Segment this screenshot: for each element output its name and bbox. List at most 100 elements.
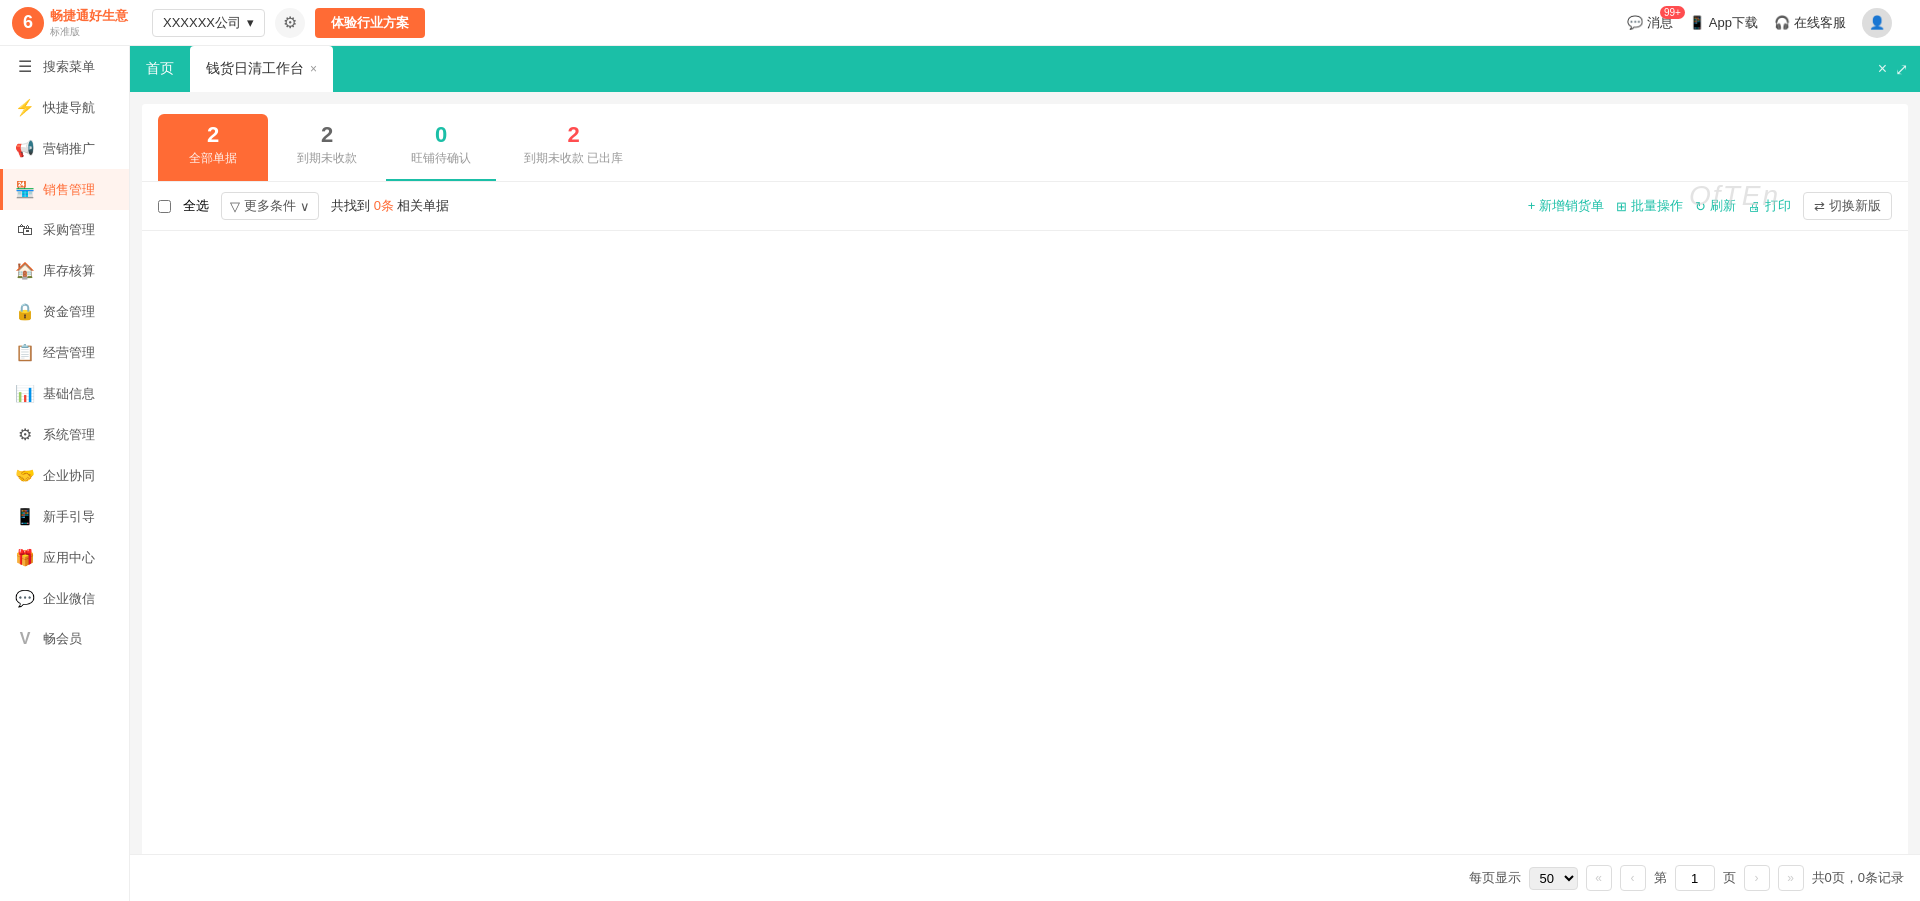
- switch-label: 切换新版: [1829, 197, 1881, 215]
- experience-button[interactable]: 体验行业方案: [315, 8, 425, 38]
- sidebar-item-marketing[interactable]: 📢 营销推广: [0, 128, 129, 169]
- marketing-icon: 📢: [15, 139, 35, 158]
- toolbar: 全选 ▽ 更多条件 ∨ 共找到 0条 相关单据 + 新增销货单 ⊞ 批量操作: [142, 182, 1908, 231]
- finance-icon: 🔒: [15, 302, 35, 321]
- quick-nav-icon: ⚡: [15, 98, 35, 117]
- sidebar-item-operations[interactable]: 📋 经营管理: [0, 332, 129, 373]
- toolbar-right: + 新增销货单 ⊞ 批量操作 ↻ 刷新 🖨 打印 ⇄: [1528, 192, 1892, 220]
- refresh-button[interactable]: ↻ 刷新: [1695, 197, 1736, 215]
- online-service-action[interactable]: 🎧 在线客服: [1774, 14, 1846, 32]
- sidebar-item-label: 企业协同: [43, 467, 95, 485]
- logo-text: 畅捷通好生意 标准版: [50, 7, 128, 39]
- switch-icon: ⇄: [1814, 199, 1825, 214]
- stat-number-all: 2: [207, 122, 219, 148]
- page-number-input[interactable]: [1675, 865, 1715, 889]
- sidebar-item-label: 采购管理: [43, 221, 95, 239]
- prev-page-button[interactable]: ‹: [1620, 865, 1646, 889]
- avatar-icon: 👤: [1869, 15, 1885, 30]
- sidebar-item-label: 快捷导航: [43, 99, 95, 117]
- filter-chevron-icon: ∨: [300, 199, 310, 214]
- add-sales-order-button[interactable]: + 新增销货单: [1528, 197, 1604, 215]
- refresh-label: 刷新: [1710, 197, 1736, 215]
- result-count: 0条: [374, 198, 394, 213]
- print-button[interactable]: 🖨 打印: [1748, 197, 1791, 215]
- sidebar-item-label: 新手引导: [43, 508, 95, 526]
- sidebar-item-label: 经营管理: [43, 344, 95, 362]
- app-center-icon: 🎁: [15, 548, 35, 567]
- table-area: [142, 231, 1908, 889]
- last-page-button[interactable]: »: [1778, 865, 1804, 889]
- app-subtitle: 标准版: [50, 25, 128, 39]
- stat-card-overdue[interactable]: 2 到期未收款: [272, 114, 382, 181]
- filter-button[interactable]: ▽ 更多条件 ∨: [221, 192, 319, 220]
- inner-content: 2 全部单据 2 到期未收款 0 旺铺待确认 2 到期未收款 已出库: [142, 104, 1908, 889]
- enterprise-coop-icon: 🤝: [15, 466, 35, 485]
- gear-icon: ⚙: [283, 13, 297, 32]
- settings-button[interactable]: ⚙: [275, 8, 305, 38]
- tab-active[interactable]: 钱货日清工作台 ×: [190, 46, 333, 92]
- sidebar-item-system[interactable]: ⚙ 系统管理: [0, 414, 129, 455]
- stat-number-overdue-shipped: 2: [568, 122, 580, 148]
- tab-bar: 首页 钱货日清工作台 × × ⤢: [130, 46, 1920, 92]
- message-badge: 99+: [1660, 6, 1685, 19]
- purchase-icon: 🛍: [15, 221, 35, 239]
- sidebar-item-label: 畅会员: [43, 630, 82, 648]
- sidebar-item-label: 搜索菜单: [43, 58, 95, 76]
- tab-close-icon[interactable]: ×: [310, 62, 317, 76]
- inventory-icon: 🏠: [15, 261, 35, 280]
- stat-card-wangpu[interactable]: 0 旺铺待确认: [386, 114, 496, 181]
- batch-icon: ⊞: [1616, 199, 1627, 214]
- print-icon: 🖨: [1748, 199, 1761, 214]
- company-selector[interactable]: XXXXXX公司 ▾: [152, 9, 265, 37]
- stats-row: 2 全部单据 2 到期未收款 0 旺铺待确认 2 到期未收款 已出库: [142, 104, 1908, 182]
- sidebar-item-label: 应用中心: [43, 549, 95, 567]
- tab-home-label: 首页: [146, 60, 174, 78]
- sidebar-item-enterprise-coop[interactable]: 🤝 企业协同: [0, 455, 129, 496]
- sidebar-item-base-info[interactable]: 📊 基础信息: [0, 373, 129, 414]
- sidebar-item-member[interactable]: V 畅会员: [0, 619, 129, 659]
- select-all-label: 全选: [183, 197, 209, 215]
- total-records-text: 共0页，0条记录: [1812, 869, 1904, 887]
- newbie-guide-icon: 📱: [15, 507, 35, 526]
- header-right: 💬 消息 99+ 📱 App下载 🎧 在线客服 👤: [1627, 8, 1908, 38]
- message-action[interactable]: 💬 消息 99+: [1627, 14, 1673, 32]
- sidebar-item-label: 营销推广: [43, 140, 95, 158]
- next-page-button[interactable]: ›: [1744, 865, 1770, 889]
- enterprise-weixin-icon: 💬: [15, 589, 35, 608]
- switch-version-button[interactable]: ⇄ 切换新版: [1803, 192, 1892, 220]
- sidebar-item-sales[interactable]: 🏪 销售管理: [0, 169, 129, 210]
- tab-expand-button[interactable]: ⤢: [1895, 60, 1908, 79]
- sidebar-item-label: 销售管理: [43, 181, 95, 199]
- tab-close-button[interactable]: ×: [1878, 60, 1887, 78]
- sidebar-item-newbie-guide[interactable]: 📱 新手引导: [0, 496, 129, 537]
- sidebar-item-finance[interactable]: 🔒 资金管理: [0, 291, 129, 332]
- batch-operations-button[interactable]: ⊞ 批量操作: [1616, 197, 1683, 215]
- sidebar-item-purchase[interactable]: 🛍 采购管理: [0, 210, 129, 250]
- page-size-select[interactable]: 50: [1529, 867, 1578, 890]
- first-page-button[interactable]: «: [1586, 865, 1612, 889]
- phone-icon: 📱: [1689, 15, 1705, 30]
- sidebar-item-label: 基础信息: [43, 385, 95, 403]
- sidebar-item-search-menu[interactable]: ☰ 搜索菜单: [0, 46, 129, 87]
- logo-icon: 6: [12, 7, 44, 39]
- page-label: 第: [1654, 869, 1667, 887]
- sidebar-item-inventory[interactable]: 🏠 库存核算: [0, 250, 129, 291]
- sales-icon: 🏪: [15, 180, 35, 199]
- sidebar-item-app-center[interactable]: 🎁 应用中心: [0, 537, 129, 578]
- sidebar-item-enterprise-weixin[interactable]: 💬 企业微信: [0, 578, 129, 619]
- sidebar-item-label: 资金管理: [43, 303, 95, 321]
- stat-card-overdue-shipped[interactable]: 2 到期未收款 已出库: [500, 114, 647, 181]
- app-download-action[interactable]: 📱 App下载: [1689, 14, 1758, 32]
- app-download-label: App下载: [1709, 14, 1758, 32]
- page-suffix: 页: [1723, 869, 1736, 887]
- avatar[interactable]: 👤: [1862, 8, 1892, 38]
- result-suffix: 相关单据: [397, 198, 449, 213]
- select-all-checkbox[interactable]: [158, 200, 171, 213]
- top-header: 6 畅捷通好生意 标准版 XXXXXX公司 ▾ ⚙ 体验行业方案 💬 消息 99…: [0, 0, 1920, 46]
- stat-card-all[interactable]: 2 全部单据: [158, 114, 268, 181]
- sidebar-item-quick-nav[interactable]: ⚡ 快捷导航: [0, 87, 129, 128]
- batch-label: 批量操作: [1631, 197, 1683, 215]
- sidebar: ☰ 搜索菜单 ⚡ 快捷导航 📢 营销推广 🏪 销售管理 🛍 采购管理 🏠 库存核…: [0, 46, 130, 901]
- tab-home[interactable]: 首页: [130, 46, 190, 92]
- main-content: 2 全部单据 2 到期未收款 0 旺铺待确认 2 到期未收款 已出库: [130, 92, 1920, 901]
